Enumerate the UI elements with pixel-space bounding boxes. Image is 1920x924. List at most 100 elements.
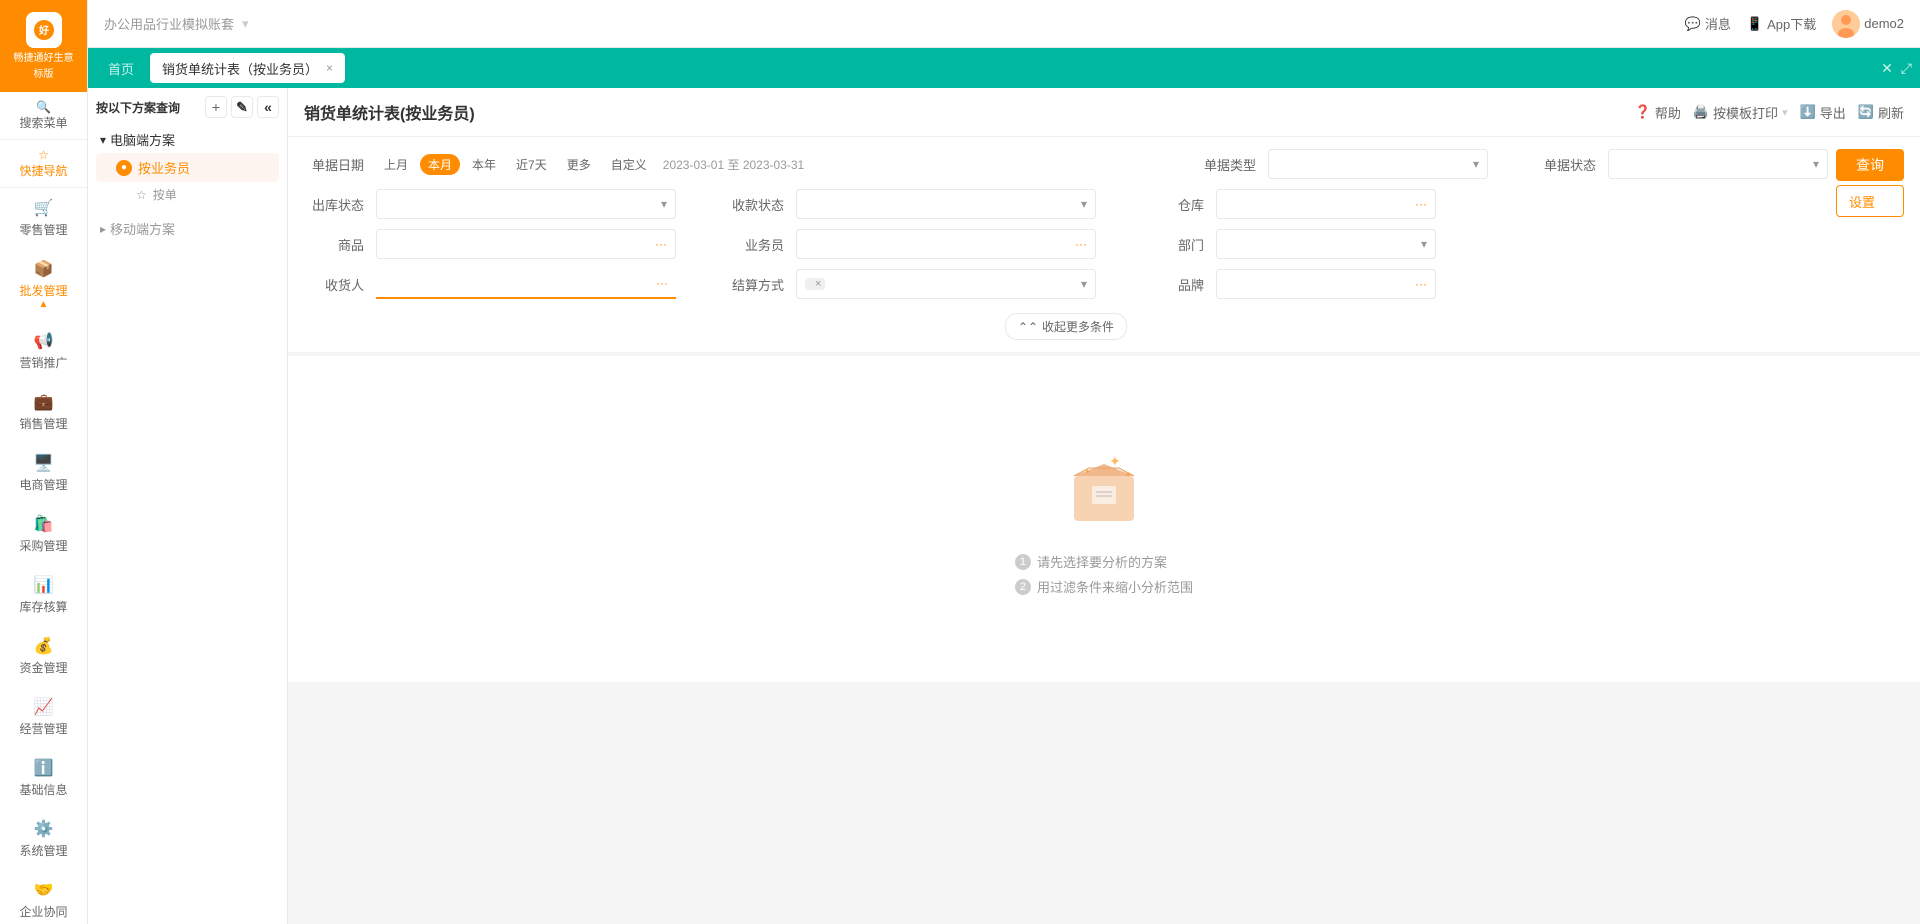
print-btn[interactable]: 🖨️ 按模板打印 ▾: [1693, 103, 1788, 122]
tab-close-btn[interactable]: ×: [326, 61, 333, 75]
sub-item-icon: ☆: [136, 188, 147, 202]
tree-item-staff-label: 按业务员: [138, 158, 190, 177]
retail-icon: 🛒: [34, 198, 54, 218]
sidebar-item-ecom[interactable]: 🖥️ 电商管理: [0, 443, 87, 504]
message-btn[interactable]: 💬 消息: [1685, 14, 1731, 33]
sidebar-item-sales[interactable]: 💼 销售管理: [0, 382, 87, 443]
goods-input[interactable]: ···: [376, 229, 676, 259]
date-cur-btn[interactable]: 本月: [420, 154, 460, 175]
tree-mobile-header[interactable]: 移动端方案: [96, 215, 279, 242]
breadcrumb-chevron: ▾: [242, 16, 249, 32]
svg-text:✦: ✦: [1109, 453, 1121, 469]
date-more-btn[interactable]: 更多: [559, 154, 599, 175]
type-select[interactable]: ▾: [1268, 149, 1488, 179]
date-7days-btn[interactable]: 近7天: [508, 154, 555, 175]
pay-select[interactable]: ▾: [796, 189, 1096, 219]
search-menu-item[interactable]: 🔍 搜索菜单: [0, 92, 87, 140]
status-dropdown-icon: ▾: [1813, 157, 1819, 171]
app-logo[interactable]: 好 畅捷通好生意 标版: [0, 0, 88, 92]
staff-more-btn[interactable]: ···: [1075, 237, 1087, 251]
sidebar-item-enterprise[interactable]: 🤝 企业协同: [0, 870, 87, 924]
payment-select[interactable]: × ▾: [796, 269, 1096, 299]
collapse-more-btn[interactable]: ⌃⌃ 收起更多条件: [1005, 313, 1127, 340]
help-label: 帮助: [1655, 103, 1681, 122]
tree-desktop-header[interactable]: 电脑端方案: [96, 126, 279, 153]
export-icon: ⬇️: [1800, 104, 1816, 120]
query-btn[interactable]: 查询: [1836, 149, 1904, 181]
brand-label: 品牌: [1144, 275, 1204, 294]
print-label: 按模板打印: [1713, 103, 1778, 122]
brand-more-btn[interactable]: ···: [1415, 277, 1427, 291]
sidebar-item-finance[interactable]: 💰 资金管理: [0, 626, 87, 687]
empty-icon: ✦ ✦ ✦: [1054, 436, 1154, 536]
payment-tag-close[interactable]: ×: [815, 278, 821, 290]
warehouse-input[interactable]: ···: [1216, 189, 1436, 219]
quick-nav-item[interactable]: ☆ 快捷导航: [0, 140, 87, 188]
receiver-input[interactable]: ···: [376, 269, 676, 299]
user-profile[interactable]: demo2: [1832, 10, 1904, 38]
sidebar-item-marketing[interactable]: 📢 营销推广: [0, 321, 87, 382]
sidebar-item-operation[interactable]: 📈 经营管理: [0, 687, 87, 748]
brand-input[interactable]: ···: [1216, 269, 1436, 299]
operation-icon: 📈: [34, 697, 54, 717]
tree-mobile-expand-icon: [100, 221, 106, 236]
help-btn[interactable]: ❓ 帮助: [1635, 103, 1681, 122]
finance-icon: 💰: [34, 636, 54, 656]
right-panel: 销货单统计表(按业务员) ❓ 帮助 🖨️ 按模板打印 ▾ ⬇️ 导出: [288, 88, 1920, 924]
date-year-btn[interactable]: 本年: [464, 154, 504, 175]
refresh-btn[interactable]: 🔄 刷新: [1858, 103, 1904, 122]
sidebar-item-retail[interactable]: 🛒 零售管理: [0, 188, 87, 249]
out-select[interactable]: ▾: [376, 189, 676, 219]
tab-expand-btn[interactable]: ✕: [1881, 60, 1893, 77]
goods-more-btn[interactable]: ···: [655, 237, 667, 251]
print-chevron: ▾: [1782, 106, 1788, 119]
sidebar-item-purchase[interactable]: 🛍️ 采购管理: [0, 504, 87, 565]
warehouse-more-btn[interactable]: ···: [1415, 197, 1427, 211]
pay-label: 收款状态: [724, 195, 784, 214]
collapse-panel-btn[interactable]: «: [257, 96, 279, 118]
add-scheme-btn[interactable]: +: [205, 96, 227, 118]
payment-tag: ×: [805, 278, 825, 290]
right-action-btns: 查询 设置: [1836, 149, 1904, 217]
phone-icon: 📱: [1747, 16, 1763, 32]
finance-label: 资金管理: [19, 659, 67, 676]
tab-expand-area: ✕ ⤢: [1881, 60, 1912, 77]
status-select[interactable]: ▾: [1608, 149, 1828, 179]
tree-item-by-staff[interactable]: ● 按业务员: [96, 153, 279, 182]
tab-home[interactable]: 首页: [96, 53, 146, 83]
receiver-label: 收货人: [304, 275, 364, 294]
app-download-label: App下载: [1767, 14, 1816, 33]
enterprise-icon: 🤝: [34, 880, 54, 900]
export-btn[interactable]: ⬇️ 导出: [1800, 103, 1846, 122]
system-icon: ⚙️: [34, 819, 54, 839]
user-name: demo2: [1864, 16, 1904, 31]
tab-maximize-btn[interactable]: ⤢: [1901, 60, 1912, 77]
out-label: 出库状态: [304, 195, 364, 214]
receiver-more-btn[interactable]: ···: [656, 276, 668, 290]
tip-num-2: 2: [1015, 579, 1031, 595]
staff-input[interactable]: ···: [796, 229, 1096, 259]
filter-row-2: 出库状态 ▾ 收款状态 ▾ 仓库: [304, 189, 1828, 219]
sidebar-item-basic[interactable]: ℹ️ 基础信息: [0, 748, 87, 809]
retail-label: 零售管理: [19, 221, 67, 238]
edit-scheme-btn[interactable]: ✎: [231, 96, 253, 118]
wholesale-icon: 📦: [34, 259, 54, 279]
filter-row-1: 单据日期 上月 本月 本年 近7天 更多 自定义 2023-03-01 至 20…: [304, 149, 1828, 179]
tab-active[interactable]: 销货单统计表（按业务员） ×: [150, 53, 345, 83]
sidebar-item-wholesale[interactable]: 📦 批发管理 ▲: [0, 249, 87, 321]
date-prev-btn[interactable]: 上月: [376, 154, 416, 175]
sidebar-item-system[interactable]: ⚙️ 系统管理: [0, 809, 87, 870]
dept-select[interactable]: ▾: [1216, 229, 1436, 259]
date-custom-btn[interactable]: 自定义: [603, 154, 655, 175]
type-label: 单据类型: [1196, 155, 1256, 174]
tree-desktop-label: 电脑端方案: [110, 130, 175, 149]
status-label: 单据状态: [1536, 155, 1596, 174]
purchase-icon: 🛍️: [34, 514, 54, 534]
tree-sub-item-by-order[interactable]: ☆ 按单: [96, 182, 279, 207]
settings-btn[interactable]: 设置: [1836, 185, 1904, 217]
app-download-btn[interactable]: 📱 App下载: [1747, 14, 1816, 33]
left-panel: 按以下方案查询 + ✎ « 电脑端方案 ●: [88, 88, 288, 924]
filter-row-4: 收货人 ··· 结算方式 × ▾: [304, 269, 1828, 299]
header-right: 💬 消息 📱 App下载 demo2: [1685, 10, 1904, 38]
sidebar-item-inventory[interactable]: 📊 库存核算: [0, 565, 87, 626]
